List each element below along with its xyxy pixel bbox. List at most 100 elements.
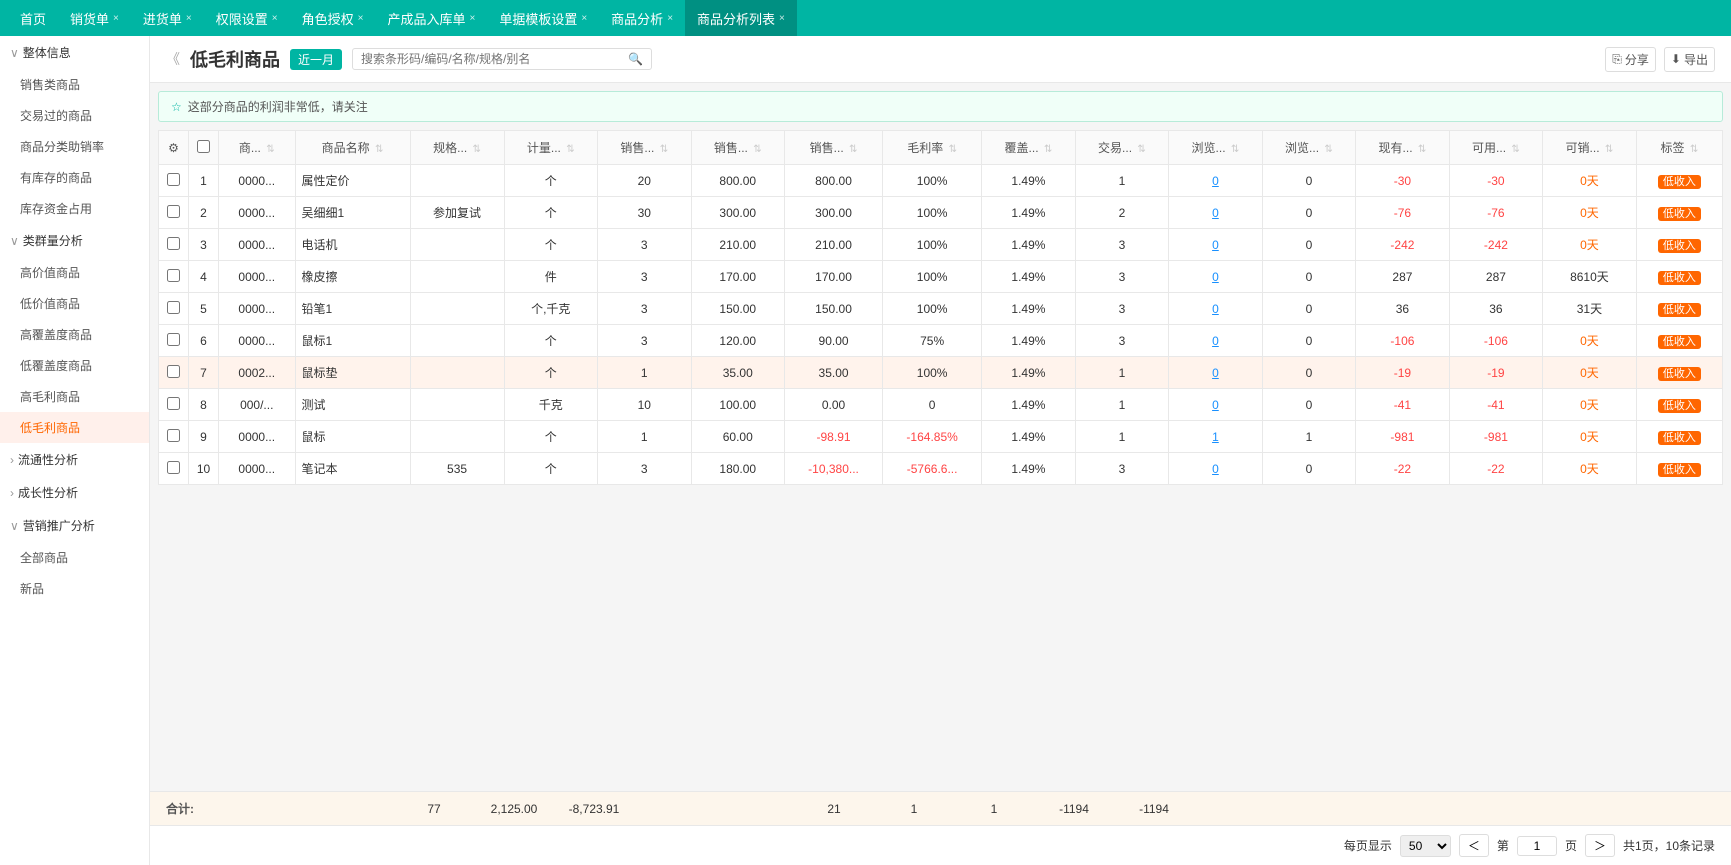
row-checkbox-4[interactable] [167, 301, 180, 314]
col-sales-amount[interactable]: 销售... ⇅ [691, 131, 785, 165]
sidebar-item-inventory-capital[interactable]: 库存资金占用 [0, 193, 149, 224]
row-view1-6[interactable]: 0 [1169, 357, 1263, 389]
col-name[interactable]: 商品名称 ⇅ [295, 131, 410, 165]
row-view1-1[interactable]: 0 [1169, 197, 1263, 229]
close-icon[interactable]: × [113, 13, 119, 24]
row-name-5[interactable]: 鼠标1 [295, 325, 410, 357]
row-checkbox-0[interactable] [167, 173, 180, 186]
row-name-2[interactable]: 电话机 [295, 229, 410, 261]
close-icon[interactable]: × [581, 13, 587, 24]
row-name-4[interactable]: 铅笔1 [295, 293, 410, 325]
row-view1-4[interactable]: 0 [1169, 293, 1263, 325]
col-checkbox[interactable] [189, 131, 219, 165]
col-transaction[interactable]: 交易... ⇅ [1075, 131, 1169, 165]
table-row: 10 0000... 笔记本 535 个 3 180.00 -10,380...… [159, 453, 1723, 485]
row-sellable-1: 0天 [1543, 197, 1637, 229]
row-checkbox-9[interactable] [167, 461, 180, 474]
col-margin-rate[interactable]: 毛利率 ⇅ [883, 131, 982, 165]
col-spec[interactable]: 规格... ⇅ [410, 131, 504, 165]
page-number-input[interactable] [1517, 836, 1557, 856]
col-view2[interactable]: 浏览... ⇅ [1262, 131, 1356, 165]
sidebar-item-low-value[interactable]: 低价值商品 [0, 288, 149, 319]
row-view1-8[interactable]: 1 [1169, 421, 1263, 453]
row-name-9[interactable]: 笔记本 [295, 453, 410, 485]
sidebar-item-new-products[interactable]: 新品 [0, 573, 149, 604]
sidebar-section-group[interactable]: ∨ 类群量分析 [0, 224, 149, 257]
nav-template[interactable]: 单据模板设置 × [487, 0, 599, 36]
row-checkbox-5[interactable] [167, 333, 180, 346]
close-icon[interactable]: × [186, 13, 192, 24]
row-checkbox-1[interactable] [167, 205, 180, 218]
nav-purchase[interactable]: 进货单 × [131, 0, 204, 36]
col-coverage[interactable]: 覆盖... ⇅ [982, 131, 1076, 165]
export-button[interactable]: ⬇ 导出 [1664, 47, 1715, 72]
row-name-3[interactable]: 橡皮擦 [295, 261, 410, 293]
close-icon[interactable]: × [779, 13, 785, 24]
col-sellable[interactable]: 可销... ⇅ [1543, 131, 1637, 165]
col-sales-qty[interactable]: 销售... ⇅ [598, 131, 692, 165]
col-unit[interactable]: 计量... ⇅ [504, 131, 598, 165]
sidebar-item-low-margin[interactable]: 低毛利商品 [0, 412, 149, 443]
table-container[interactable]: ⚙ 商... ⇅ 商品名称 ⇅ 规格... ⇅ 计量... ⇅ 销售... ⇅ … [150, 130, 1731, 791]
nav-permissions[interactable]: 权限设置 × [204, 0, 290, 36]
row-view1-9[interactable]: 0 [1169, 453, 1263, 485]
col-sales-profit[interactable]: 销售... ⇅ [785, 131, 883, 165]
row-view1-5[interactable]: 0 [1169, 325, 1263, 357]
nav-analysis-list[interactable]: 商品分析列表 × [685, 0, 797, 36]
sidebar-item-high-value[interactable]: 高价值商品 [0, 257, 149, 288]
select-all-checkbox[interactable] [197, 140, 210, 153]
row-view1-7[interactable]: 0 [1169, 389, 1263, 421]
row-checkbox-8[interactable] [167, 429, 180, 442]
row-view1-2[interactable]: 0 [1169, 229, 1263, 261]
col-tag[interactable]: 标签 ⇅ [1636, 131, 1722, 165]
row-sellable-0: 0天 [1543, 165, 1637, 197]
sidebar-item-low-coverage[interactable]: 低覆盖度商品 [0, 350, 149, 381]
nav-home[interactable]: 首页 [8, 0, 58, 36]
row-checkbox-6[interactable] [167, 365, 180, 378]
sidebar-section-overall[interactable]: ∨ 整体信息 [0, 36, 149, 69]
sidebar-item-high-coverage[interactable]: 高覆盖度商品 [0, 319, 149, 350]
row-checkbox-2[interactable] [167, 237, 180, 250]
row-name-0[interactable]: 属性定价 [295, 165, 410, 197]
row-name-6[interactable]: 鼠标垫 [295, 357, 410, 389]
sidebar-item-traded-products[interactable]: 交易过的商品 [0, 100, 149, 131]
row-view1-3[interactable]: 0 [1169, 261, 1263, 293]
sidebar-item-category-rate[interactable]: 商品分类助销率 [0, 131, 149, 162]
row-name-7[interactable]: 测试 [295, 389, 410, 421]
sidebar-item-sales-products[interactable]: 销售类商品 [0, 69, 149, 100]
nav-product-entry[interactable]: 产成品入库单 × [375, 0, 487, 36]
nav-sales[interactable]: 销货单 × [58, 0, 131, 36]
sidebar-item-high-margin[interactable]: 高毛利商品 [0, 381, 149, 412]
row-view1-0[interactable]: 0 [1169, 165, 1263, 197]
nav-analysis[interactable]: 商品分析 × [599, 0, 685, 36]
sidebar-section-liquidity[interactable]: › 流通性分析 [0, 443, 149, 476]
prev-page-button[interactable]: ＜ [1459, 834, 1489, 857]
close-icon[interactable]: × [272, 13, 278, 24]
row-settings-0 [159, 165, 189, 197]
nav-roles[interactable]: 角色授权 × [290, 0, 376, 36]
search-icon[interactable]: 🔍 [628, 52, 643, 66]
col-available[interactable]: 可用... ⇅ [1449, 131, 1543, 165]
sidebar-section-growth[interactable]: › 成长性分析 [0, 476, 149, 509]
row-name-1[interactable]: 吴细细1 [295, 197, 410, 229]
share-button[interactable]: ⎘ 分享 [1605, 47, 1656, 72]
search-input[interactable] [361, 52, 628, 66]
row-name-8[interactable]: 鼠标 [295, 421, 410, 453]
row-checkbox-3[interactable] [167, 269, 180, 282]
col-settings[interactable]: ⚙ [159, 131, 189, 165]
col-code[interactable]: 商... ⇅ [219, 131, 296, 165]
close-icon[interactable]: × [667, 13, 673, 24]
next-page-button[interactable]: ＞ [1585, 834, 1615, 857]
close-icon[interactable]: × [358, 13, 364, 24]
time-range-tag[interactable]: 近一月 [290, 49, 342, 70]
sidebar-item-stocked-products[interactable]: 有库存的商品 [0, 162, 149, 193]
close-icon[interactable]: × [469, 13, 475, 24]
col-view1[interactable]: 浏览... ⇅ [1169, 131, 1263, 165]
footer-available: -1194 [1114, 802, 1194, 816]
col-current[interactable]: 现有... ⇅ [1356, 131, 1450, 165]
row-checkbox-7[interactable] [167, 397, 180, 410]
sidebar-collapse-btn[interactable]: 《 [166, 49, 180, 69]
sidebar-section-marketing[interactable]: ∨ 营销推广分析 [0, 509, 149, 542]
sidebar-item-all-products[interactable]: 全部商品 [0, 542, 149, 573]
page-size-select[interactable]: 50 100 200 [1400, 835, 1451, 857]
